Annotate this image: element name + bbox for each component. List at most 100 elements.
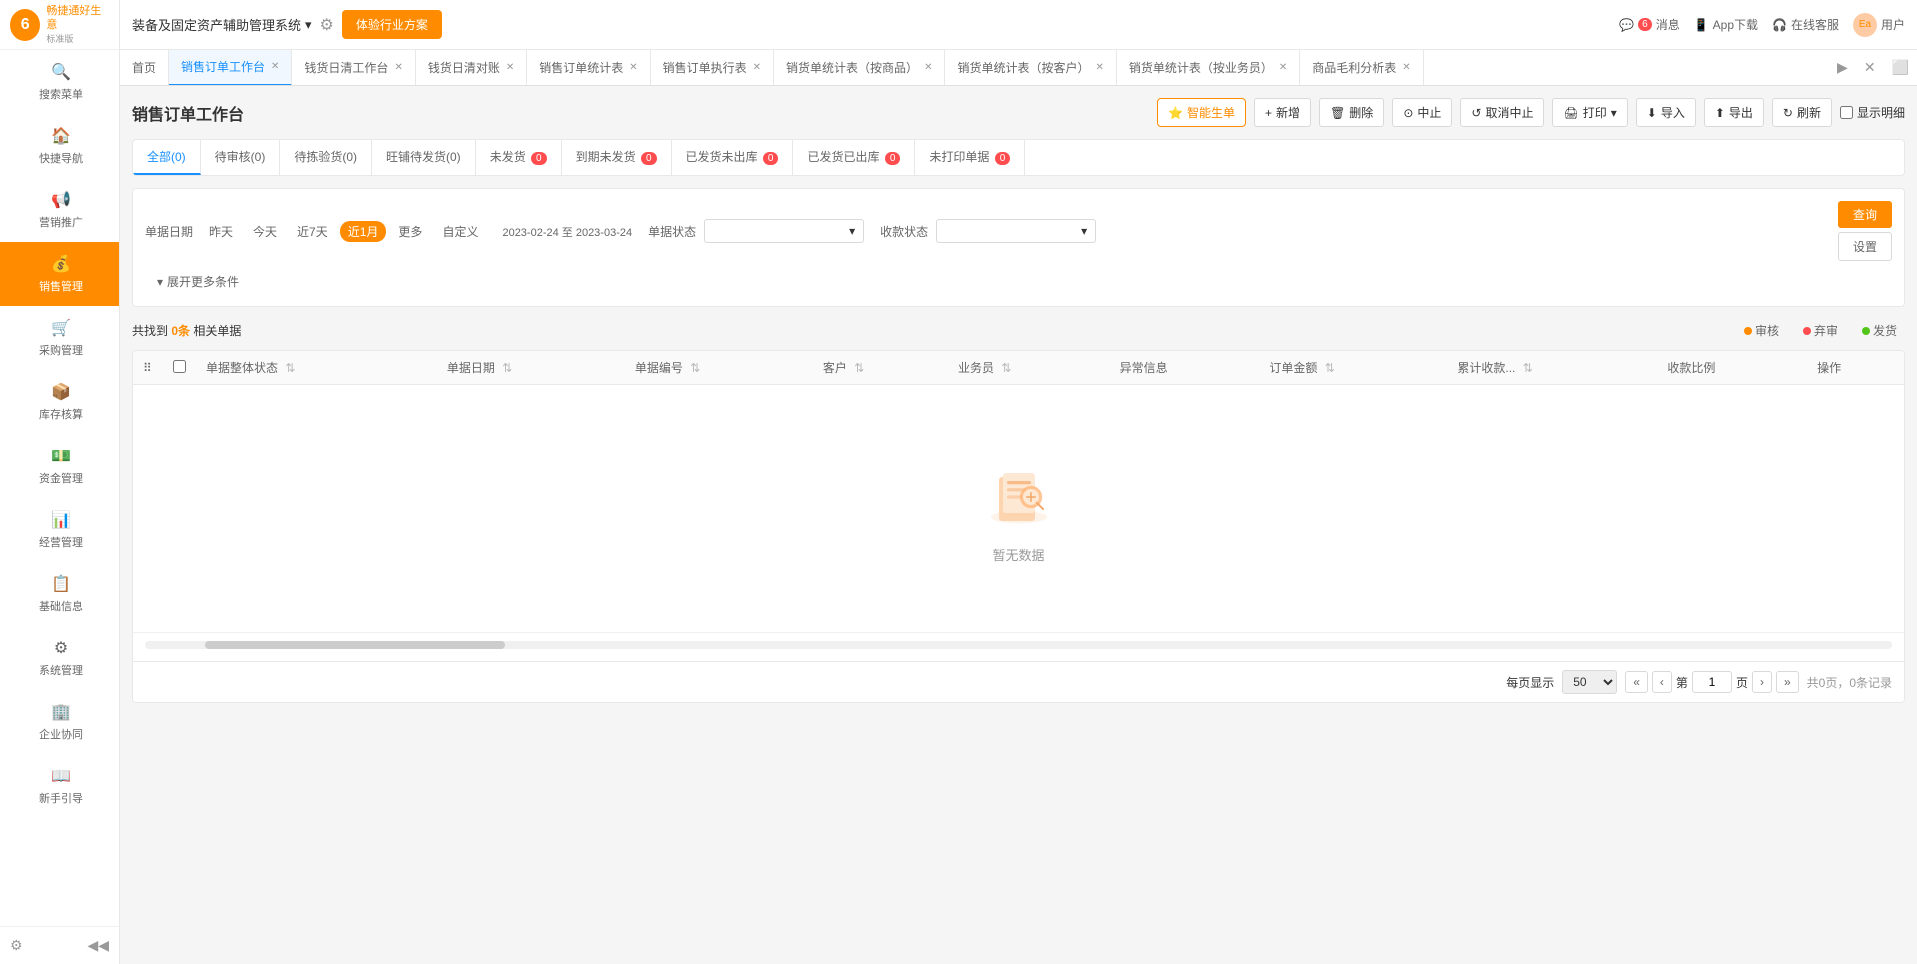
number-col-header[interactable]: 单据编号 ⇅: [625, 351, 813, 385]
page-input[interactable]: [1692, 671, 1732, 693]
date-option-today[interactable]: 今天: [245, 221, 285, 242]
sidebar-item-finance[interactable]: 💵 资金管理: [0, 434, 119, 498]
tab-maximize[interactable]: ⬜: [1884, 50, 1917, 86]
tab-sales-exec[interactable]: 销售订单执行表 ✕: [651, 50, 774, 86]
tab-sales-summary-staff[interactable]: 销货单统计表（按业务员） ✕: [1117, 50, 1300, 86]
tab-cash-daily[interactable]: 钱货日清工作台 ✕: [292, 50, 415, 86]
filter-tab-all[interactable]: 全部(0): [133, 140, 201, 175]
import-btn[interactable]: ⬇ 导入: [1636, 98, 1696, 127]
user-item[interactable]: Ea 用户: [1853, 13, 1905, 37]
tab-product-margin-close[interactable]: ✕: [1402, 62, 1410, 73]
payment-select[interactable]: ▾: [936, 219, 1096, 243]
checkbox-col-header[interactable]: [163, 351, 196, 385]
tab-sales-summary-staff-close[interactable]: ✕: [1279, 62, 1287, 73]
tab-sales-workbench[interactable]: 销售订单工作台 ✕: [169, 50, 292, 86]
date-col-header[interactable]: 单据日期 ⇅: [437, 351, 625, 385]
amount-sort-icon[interactable]: ⇅: [1325, 361, 1335, 375]
date-option-1month[interactable]: 近1月: [340, 221, 387, 242]
date-option-yesterday[interactable]: 昨天: [201, 221, 241, 242]
status-select[interactable]: ▾: [704, 219, 864, 243]
topbar-settings-icon[interactable]: ⚙: [320, 15, 334, 35]
prev-page-btn[interactable]: ‹: [1652, 671, 1672, 693]
tab-scroll-right[interactable]: ▶: [1829, 50, 1856, 86]
cancel-stop-btn[interactable]: ↺ 取消中止: [1460, 98, 1544, 127]
delete-btn[interactable]: 🗑 删除: [1319, 98, 1384, 127]
filter-tab-wangpu[interactable]: 旺铺待发货(0): [372, 140, 476, 175]
tab-cash-reconcile-close[interactable]: ✕: [506, 62, 514, 73]
status-col-header[interactable]: 单据整体状态 ⇅: [196, 351, 437, 385]
tab-product-margin[interactable]: 商品毛利分析表 ✕: [1300, 50, 1423, 86]
tab-cash-daily-close[interactable]: ✕: [394, 62, 402, 73]
filter-tab-pending-goods[interactable]: 待拣验货(0): [280, 140, 372, 175]
sidebar-item-operations[interactable]: 📊 经营管理: [0, 498, 119, 562]
last-page-btn[interactable]: »: [1776, 671, 1799, 693]
filter-tab-unprinted[interactable]: 未打印单据 0: [915, 140, 1025, 175]
export-btn[interactable]: ⬆ 导出: [1704, 98, 1764, 127]
number-sort-icon[interactable]: ⇅: [690, 361, 700, 375]
sidebar-item-sales[interactable]: 💰 销售管理: [0, 242, 119, 306]
filter-tab-expired-unshipped[interactable]: 到期未发货 0: [562, 140, 672, 175]
sidebar-item-quick-nav[interactable]: 🏠 快捷导航: [0, 114, 119, 178]
smart-order-btn[interactable]: ⭐ 智能生单: [1157, 98, 1246, 127]
scroll-thumb[interactable]: [205, 641, 505, 649]
amount-col-header[interactable]: 订单金额 ⇅: [1259, 351, 1447, 385]
print-btn[interactable]: 🖨 打印 ▾: [1552, 98, 1627, 127]
staff-col-header[interactable]: 业务员 ⇅: [948, 351, 1110, 385]
date-sort-icon[interactable]: ⇅: [502, 361, 512, 375]
unaudit-btn[interactable]: 弃审: [1795, 319, 1846, 342]
sidebar-item-system[interactable]: ⚙ 系统管理: [0, 626, 119, 690]
tab-sales-summary-customer-close[interactable]: ✕: [1095, 62, 1103, 73]
sidebar-item-inventory[interactable]: 📦 库存核算: [0, 370, 119, 434]
tab-sales-stats[interactable]: 销售订单统计表 ✕: [527, 50, 650, 86]
select-all-checkbox[interactable]: [173, 360, 186, 373]
filter-tab-pending-review[interactable]: 待审核(0): [201, 140, 281, 175]
tab-sales-summary-customer[interactable]: 销货单统计表（按客户） ✕: [945, 50, 1116, 86]
date-option-custom[interactable]: 自定义: [434, 221, 486, 242]
message-item[interactable]: 💬 6 消息: [1619, 16, 1680, 33]
sidebar-item-enterprise[interactable]: 🏢 企业协同: [0, 690, 119, 754]
refresh-btn[interactable]: ↻ 刷新: [1772, 98, 1832, 127]
stop-btn[interactable]: ⊙ 中止: [1392, 98, 1452, 127]
query-btn[interactable]: 查询: [1838, 201, 1892, 228]
search-settings-btn[interactable]: 设置: [1838, 232, 1892, 261]
add-btn[interactable]: + 新增: [1254, 98, 1311, 127]
expand-btn[interactable]: ▾ 展开更多条件: [145, 269, 251, 294]
received-col-header[interactable]: 累计收款... ⇅: [1447, 351, 1657, 385]
page-size-select[interactable]: 10 20 50 100: [1562, 670, 1617, 694]
status-sort-icon[interactable]: ⇅: [285, 361, 295, 375]
tab-cash-reconcile[interactable]: 钱货日清对账 ✕: [416, 50, 527, 86]
customer-sort-icon[interactable]: ⇅: [854, 361, 864, 375]
audit-btn[interactable]: 审核: [1736, 319, 1787, 342]
date-option-more[interactable]: 更多: [390, 221, 430, 242]
settings-footer-btn[interactable]: ⚙: [10, 937, 23, 954]
tab-home[interactable]: 首页: [120, 50, 169, 86]
horizontal-scrollbar[interactable]: [145, 641, 1892, 649]
ship-btn[interactable]: 发货: [1854, 319, 1905, 342]
show-detail-toggle[interactable]: 显示明细: [1840, 104, 1905, 121]
staff-sort-icon[interactable]: ⇅: [1001, 361, 1011, 375]
industry-btn[interactable]: 体验行业方案: [342, 10, 442, 39]
tab-close-all[interactable]: ✕: [1856, 50, 1884, 86]
tab-sales-stats-close[interactable]: ✕: [629, 62, 637, 73]
app-selector[interactable]: 装备及固定资产辅助管理系统 ▾: [132, 15, 312, 34]
app-download-item[interactable]: 📱 App下载: [1694, 16, 1758, 33]
sidebar-item-search[interactable]: 🔍 搜索菜单: [0, 50, 119, 114]
customer-col-header[interactable]: 客户 ⇅: [813, 351, 948, 385]
filter-tab-unshipped[interactable]: 未发货 0: [476, 140, 562, 175]
sidebar-item-basic-info[interactable]: 📋 基础信息: [0, 562, 119, 626]
filter-tab-shipped-out[interactable]: 已发货已出库 0: [793, 140, 915, 175]
sidebar-item-guide[interactable]: 📖 新手引导: [0, 754, 119, 818]
date-option-7days[interactable]: 近7天: [289, 221, 336, 242]
tab-sales-summary-product[interactable]: 销货单统计表（按商品） ✕: [774, 50, 945, 86]
sidebar-item-purchase[interactable]: 🛒 采购管理: [0, 306, 119, 370]
tab-sales-workbench-close[interactable]: ✕: [271, 61, 279, 72]
first-page-btn[interactable]: «: [1625, 671, 1648, 693]
tab-sales-summary-product-close[interactable]: ✕: [924, 62, 932, 73]
received-sort-icon[interactable]: ⇅: [1523, 361, 1533, 375]
collapse-sidebar-btn[interactable]: ◀◀: [87, 937, 109, 954]
sidebar-item-marketing[interactable]: 📢 营销推广: [0, 178, 119, 242]
online-service-item[interactable]: 🎧 在线客服: [1772, 16, 1839, 33]
next-page-btn[interactable]: ›: [1752, 671, 1772, 693]
filter-tab-shipped-unout[interactable]: 已发货未出库 0: [672, 140, 794, 175]
show-detail-checkbox[interactable]: [1840, 106, 1853, 119]
